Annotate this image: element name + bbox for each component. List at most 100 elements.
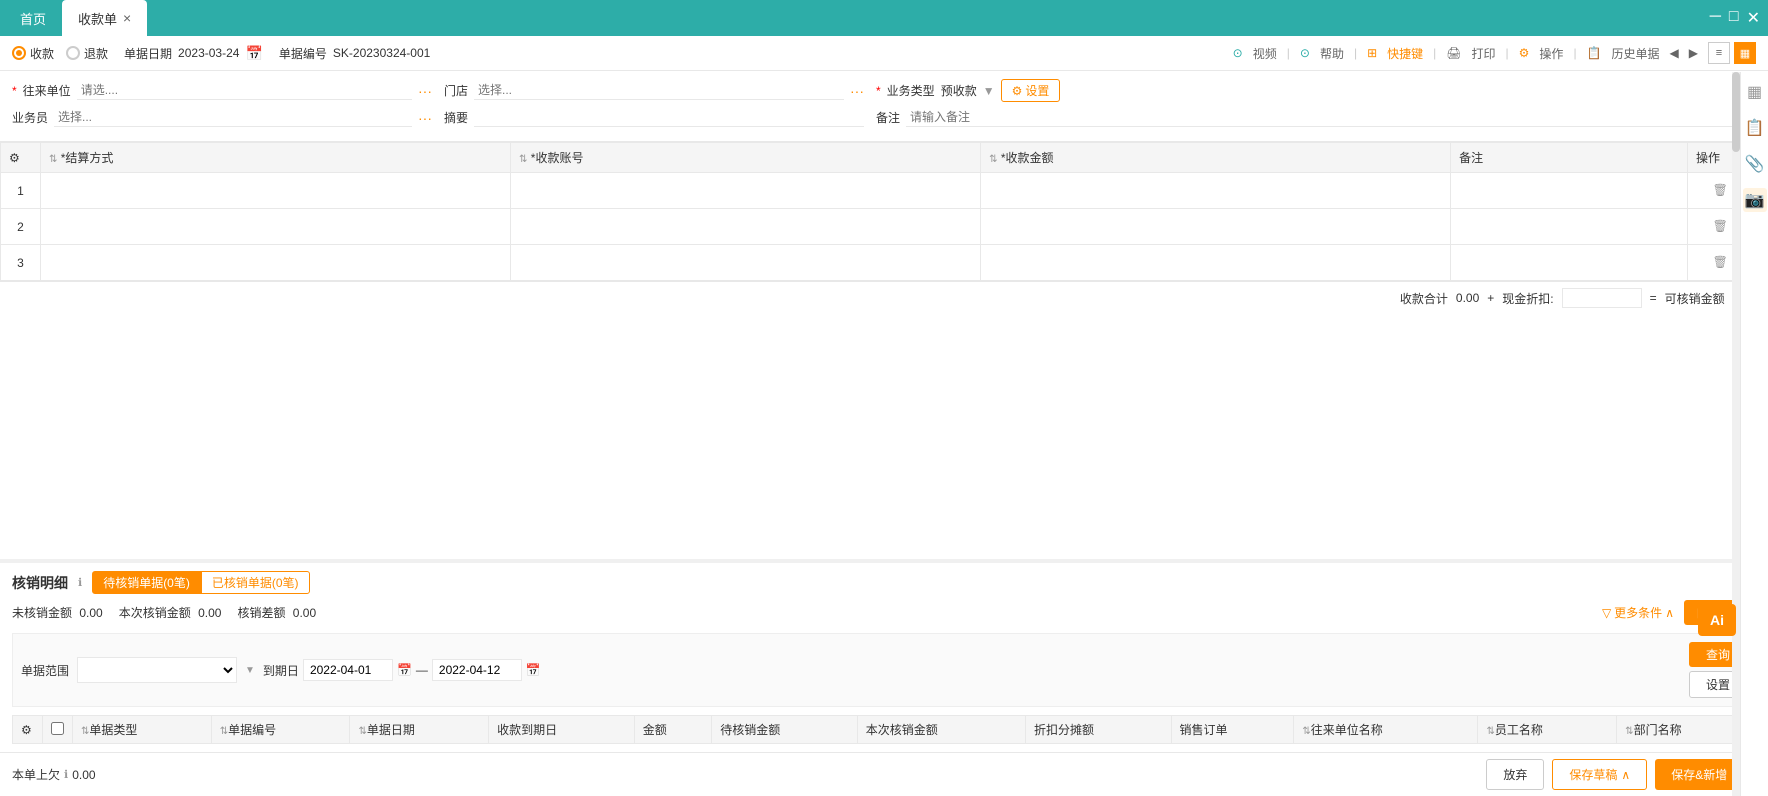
discard-button[interactable]: 放弃 bbox=[1486, 759, 1544, 790]
wo-title: 核销明细 bbox=[12, 573, 68, 593]
date-from-input[interactable] bbox=[303, 659, 393, 681]
col-amount-header: ⇅ *收款金额 bbox=[981, 143, 1451, 173]
staff-more-icon[interactable]: ··· bbox=[418, 110, 432, 126]
number-field-group: 单据编号 SK-20230324-001 bbox=[279, 45, 430, 62]
filter-icon: ▽ bbox=[1602, 606, 1611, 620]
biztype-select[interactable]: 预收款 ▼ bbox=[941, 82, 995, 99]
help-label[interactable]: 帮助 bbox=[1320, 45, 1344, 62]
ai-badge[interactable]: Ai bbox=[1698, 604, 1736, 636]
current-value: 0.00 bbox=[198, 606, 221, 620]
row-amount-1[interactable] bbox=[981, 173, 1451, 209]
diff-value: 0.00 bbox=[293, 606, 316, 620]
print-icon[interactable]: 🖨 bbox=[1446, 46, 1461, 60]
discount-input[interactable] bbox=[1562, 288, 1642, 308]
row-amount-2[interactable] bbox=[981, 209, 1451, 245]
vertical-scrollbar[interactable] bbox=[1732, 72, 1740, 796]
window-close-icon[interactable]: ✕ bbox=[1747, 8, 1760, 28]
date-to-input[interactable] bbox=[432, 659, 522, 681]
col-setting-header[interactable]: ⚙ bbox=[1, 143, 41, 173]
cal-to-icon[interactable]: 📅 bbox=[526, 663, 541, 677]
row-payment-3[interactable] bbox=[41, 245, 511, 281]
row-delete-icon-3[interactable]: 🗑 bbox=[1713, 255, 1728, 270]
scrollbar-thumb[interactable] bbox=[1732, 72, 1740, 152]
radio-collect-dot bbox=[12, 46, 26, 60]
history-icon[interactable]: 📋 bbox=[1587, 46, 1602, 60]
row-remark-3[interactable] bbox=[1451, 245, 1688, 281]
counterparty-more-icon[interactable]: ··· bbox=[418, 83, 432, 99]
toolbar: 收款 退款 单据日期 2023-03-24 📅 单据编号 SK-20230324… bbox=[0, 36, 1768, 71]
video-icon[interactable]: ⊙ bbox=[1233, 46, 1243, 60]
sidebar-doc-icon[interactable]: 📋 bbox=[1743, 116, 1767, 140]
shortcut-icon[interactable]: ⊞ bbox=[1367, 46, 1377, 60]
calendar-icon[interactable]: 📅 bbox=[245, 45, 262, 62]
nav-right-icon[interactable]: ▶ bbox=[1689, 46, 1698, 60]
row-amount-3[interactable] bbox=[981, 245, 1451, 281]
staff-field: 业务员 ··· bbox=[12, 108, 432, 127]
bottom-select-all[interactable] bbox=[51, 722, 64, 735]
bottom-col-setting[interactable]: ⚙ bbox=[13, 716, 43, 744]
form-row-1: * 往来单位 ··· 门店 ··· * 业务类型 预收款 ▼ ⚙ 设置 bbox=[12, 79, 1756, 102]
counterparty-input[interactable] bbox=[77, 81, 412, 100]
radio-refund[interactable]: 退款 bbox=[66, 45, 108, 62]
grid-btn-grid[interactable]: ▦ bbox=[1734, 42, 1756, 64]
row-account-3[interactable] bbox=[511, 245, 981, 281]
wo-tab-done[interactable]: 已核销单据(0笔) bbox=[201, 571, 310, 594]
sidebar-attach-icon[interactable]: 📎 bbox=[1743, 152, 1767, 176]
store-input[interactable] bbox=[474, 81, 844, 100]
more-conditions-btn[interactable]: ▽ 更多条件 ∧ bbox=[1602, 604, 1674, 621]
wo-info-icon[interactable]: ℹ bbox=[78, 576, 82, 589]
window-min-icon[interactable]: ─ bbox=[1710, 8, 1721, 28]
settings-button[interactable]: ⚙ 设置 bbox=[1001, 79, 1061, 102]
grid-btn-list[interactable]: ≡ bbox=[1708, 42, 1730, 64]
radio-collect[interactable]: 收款 bbox=[12, 45, 54, 62]
tab-home[interactable]: 首页 bbox=[8, 0, 58, 36]
bottom-left-label: 本单上欠 bbox=[12, 766, 60, 783]
uncleared-value: 0.00 bbox=[79, 606, 102, 620]
shortcut-label[interactable]: 快捷键 bbox=[1387, 45, 1423, 62]
discount-label: 现金折扣: bbox=[1502, 290, 1553, 307]
biztype-arrow-icon[interactable]: ▼ bbox=[983, 84, 995, 98]
window-max-icon[interactable]: □ bbox=[1729, 8, 1739, 28]
row-payment-1[interactable] bbox=[41, 173, 511, 209]
row-account-2[interactable] bbox=[511, 209, 981, 245]
history-label[interactable]: 历史单据 bbox=[1612, 45, 1660, 62]
row-remark-1[interactable] bbox=[1451, 173, 1688, 209]
row-remark-2[interactable] bbox=[1451, 209, 1688, 245]
sidebar-table-icon[interactable]: ▦ bbox=[1743, 80, 1767, 104]
uncleared-label: 未核销金额 bbox=[12, 606, 72, 620]
print-label[interactable]: 打印 bbox=[1472, 45, 1496, 62]
tab-active[interactable]: 收款单 × bbox=[62, 0, 147, 36]
row-account-1[interactable] bbox=[511, 173, 981, 209]
op-label[interactable]: 操作 bbox=[1539, 45, 1563, 62]
save-draft-button[interactable]: 保存草稿 ∧ bbox=[1552, 759, 1647, 790]
biztype-label: 业务类型 bbox=[887, 82, 935, 99]
cal-from-icon[interactable]: 📅 bbox=[397, 663, 412, 677]
summary-input[interactable] bbox=[474, 108, 864, 127]
bottom-setting-icon[interactable]: ⚙ bbox=[21, 723, 32, 737]
bottom-col-checkbox[interactable] bbox=[43, 716, 73, 744]
store-more-icon[interactable]: ··· bbox=[850, 83, 864, 99]
row-payment-2[interactable] bbox=[41, 209, 511, 245]
staff-input[interactable] bbox=[54, 108, 412, 127]
tab-close-icon[interactable]: × bbox=[123, 10, 131, 26]
setting-icon[interactable]: ⚙ bbox=[9, 151, 20, 165]
sidebar-camera-icon[interactable]: 📷 bbox=[1743, 188, 1767, 212]
remark-input[interactable] bbox=[906, 108, 1756, 127]
help-icon[interactable]: ⊙ bbox=[1300, 46, 1310, 60]
nav-left-icon[interactable]: ◀ bbox=[1670, 46, 1679, 60]
op-icon[interactable]: ⚙ bbox=[1519, 46, 1530, 60]
video-label[interactable]: 视频 bbox=[1253, 45, 1277, 62]
more-conditions-label: 更多条件 bbox=[1614, 604, 1662, 621]
row-delete-icon-2[interactable]: 🗑 bbox=[1713, 219, 1728, 234]
counterparty-req: * bbox=[12, 84, 17, 98]
range-dropdown-icon[interactable]: ▼ bbox=[245, 665, 255, 676]
bottom-left-value: 0.00 bbox=[72, 768, 95, 782]
range-label: 单据范围 bbox=[21, 662, 69, 679]
biztype-req: * bbox=[876, 84, 881, 98]
bottom-left-info: 本单上欠 ℹ 0.00 bbox=[12, 766, 96, 783]
range-select[interactable] bbox=[77, 657, 237, 683]
wo-tab-pending[interactable]: 待核销单据(0笔) bbox=[92, 571, 201, 594]
row-delete-icon-1[interactable]: 🗑 bbox=[1713, 183, 1728, 198]
row-num-2: 2 bbox=[1, 209, 41, 245]
bottom-left-info-icon[interactable]: ℹ bbox=[64, 768, 68, 781]
